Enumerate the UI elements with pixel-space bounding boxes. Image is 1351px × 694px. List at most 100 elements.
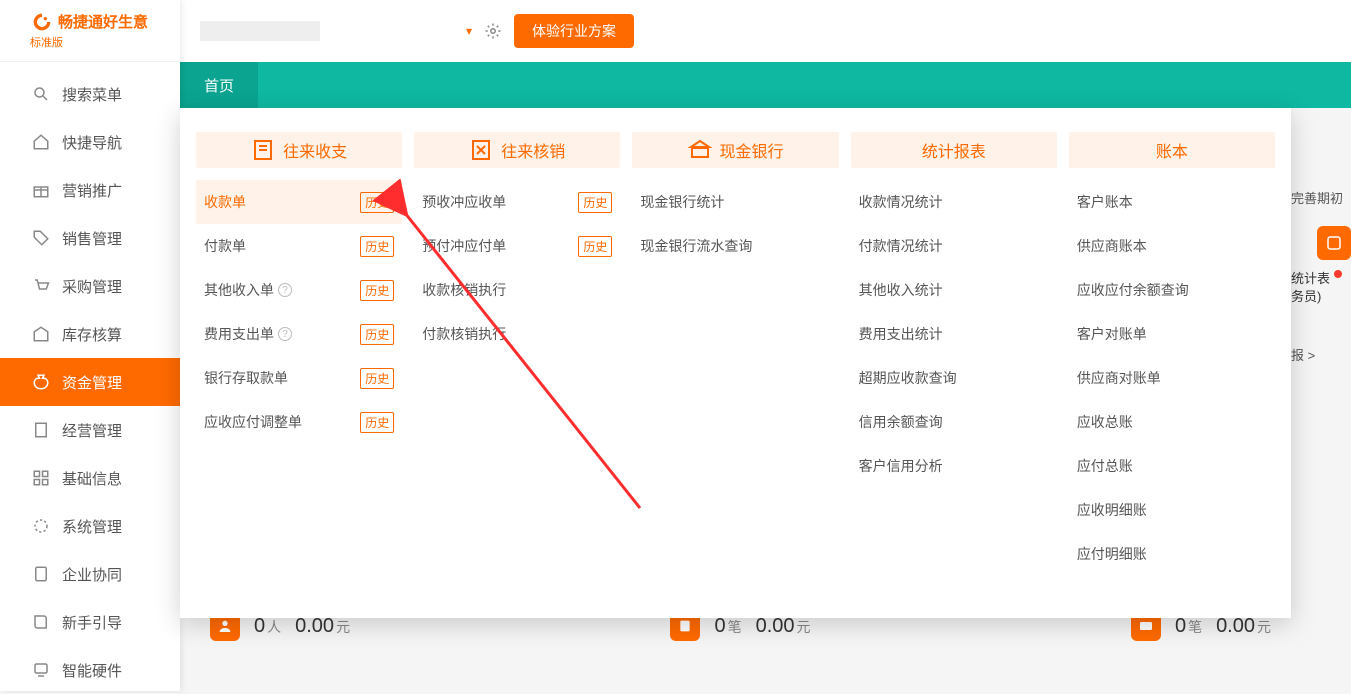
mega-item-label: 付款单 [204, 236, 246, 256]
mega-item-label: 应付明细账 [1077, 544, 1147, 564]
mega-col-title: 账本 [1156, 138, 1188, 162]
mega-item[interactable]: 付款单 历史 [196, 224, 402, 268]
mega-item[interactable]: 超期应收款查询 [851, 356, 1057, 400]
sidebar-item-marketing[interactable]: 营销推广 [0, 166, 180, 214]
mega-item-label: 应收明细账 [1077, 500, 1147, 520]
mega-item[interactable]: 应收应付余额查询 [1069, 268, 1275, 312]
mega-item-label: 应付总账 [1077, 456, 1133, 476]
mega-item[interactable]: 应付总账 [1069, 444, 1275, 488]
sidebar-item-inventory[interactable]: 库存核算 [0, 310, 180, 358]
brand-logo-icon [32, 12, 52, 32]
mega-col-header: 往来收支 [196, 132, 402, 168]
sidebar-item-purchase[interactable]: 采购管理 [0, 262, 180, 310]
sidebar-item-label: 营销推广 [62, 180, 122, 201]
tabstrip: 首页 [180, 62, 1351, 108]
mega-item[interactable]: 其他收入单? 历史 [196, 268, 402, 312]
home-icon [32, 133, 50, 151]
topbar: ▾ 体验行业方案 [180, 0, 1351, 62]
mega-item[interactable]: 付款核销执行 [414, 312, 620, 356]
history-badge[interactable]: 历史 [360, 412, 394, 433]
mega-item[interactable]: 预付冲应付单 历史 [414, 224, 620, 268]
device-icon [32, 661, 50, 679]
sidebar-item-quicknav[interactable]: 快捷导航 [0, 118, 180, 166]
stat-unit: 笔 [728, 619, 742, 635]
grid-icon [32, 469, 50, 487]
mega-item-label: 其他收入单? [204, 280, 292, 300]
sidebar-item-label: 经营管理 [62, 420, 122, 441]
sidebar-item-operations[interactable]: 经营管理 [0, 406, 180, 454]
sidebar-item-finance[interactable]: 资金管理 [0, 358, 180, 406]
history-badge[interactable]: 历史 [360, 324, 394, 345]
mega-item[interactable]: 应付明细账 [1069, 532, 1275, 576]
mega-item[interactable]: 收款单历史 [196, 180, 402, 224]
sidebar-item-label: 系统管理 [62, 516, 122, 537]
mega-col-reports: 统计报表 收款情况统计付款情况统计其他收入统计费用支出统计超期应收款查询信用余额… [845, 132, 1063, 594]
help-icon[interactable]: ? [278, 327, 292, 341]
stat-currency: 元 [336, 619, 350, 635]
edge-text[interactable]: 报 > [1291, 347, 1351, 365]
mega-item[interactable]: 收款核销执行 [414, 268, 620, 312]
mega-item[interactable]: 现金银行统计 [632, 180, 838, 224]
history-badge[interactable]: 历史 [360, 280, 394, 301]
org-selector[interactable]: ▾ [200, 21, 472, 41]
mega-item[interactable]: 付款情况统计 [851, 224, 1057, 268]
warehouse-icon [32, 325, 50, 343]
mega-item[interactable]: 费用支出统计 [851, 312, 1057, 356]
history-badge[interactable]: 历史 [360, 236, 394, 257]
mega-item[interactable]: 应收应付调整单 历史 [196, 400, 402, 444]
mega-item[interactable]: 费用支出单? 历史 [196, 312, 402, 356]
mega-item[interactable]: 客户信用分析 [851, 444, 1057, 488]
sidebar-item-hardware[interactable]: 智能硬件 [0, 646, 180, 694]
mega-item-label: 费用支出统计 [859, 324, 943, 344]
history-badge[interactable]: 历史 [360, 368, 394, 389]
mega-item[interactable]: 预收冲应收单历史 [414, 180, 620, 224]
sidebar-item-label: 资金管理 [62, 372, 122, 393]
mega-item-label: 费用支出单? [204, 324, 292, 344]
help-icon[interactable]: ? [278, 283, 292, 297]
mega-item[interactable]: 现金银行流水查询 [632, 224, 838, 268]
mega-item-label: 应收应付调整单 [204, 412, 302, 432]
mega-col-income-expense: 往来收支 收款单历史付款单历史其他收入单?历史费用支出单?历史银行存取款单历史应… [190, 132, 408, 594]
history-badge[interactable]: 历史 [360, 192, 394, 213]
mega-item[interactable]: 信用余额查询 [851, 400, 1057, 444]
right-edge-hints: 完善期初 统计表务员) 报 > [1291, 190, 1351, 383]
tab-home[interactable]: 首页 [180, 62, 258, 108]
search-icon [32, 85, 50, 103]
industry-plan-button[interactable]: 体验行业方案 [514, 14, 634, 48]
sidebar-item-guide[interactable]: 新手引导 [0, 598, 180, 646]
gift-icon [32, 181, 50, 199]
mega-item-label: 预付冲应付单 [422, 236, 506, 256]
sidebar-item-search[interactable]: 搜索菜单 [0, 70, 180, 118]
sidebar-item-sales[interactable]: 销售管理 [0, 214, 180, 262]
mega-col-header: 账本 [1069, 132, 1275, 168]
mega-item[interactable]: 收款情况统计 [851, 180, 1057, 224]
sidebar-item-basedata[interactable]: 基础信息 [0, 454, 180, 502]
book-icon [32, 613, 50, 631]
mega-item-label: 应收总账 [1077, 412, 1133, 432]
mega-item[interactable]: 应收总账 [1069, 400, 1275, 444]
sidebar-item-collab[interactable]: 企业协同 [0, 550, 180, 598]
mega-item[interactable]: 客户对账单 [1069, 312, 1275, 356]
mega-item[interactable]: 银行存取款单历史 [196, 356, 402, 400]
mega-item[interactable]: 供应商对账单 [1069, 356, 1275, 400]
mega-col-ledger: 账本 客户账本供应商账本应收应付余额查询客户对账单供应商对账单应收总账应付总账应… [1063, 132, 1281, 594]
chevron-down-icon: ▾ [466, 24, 472, 38]
brand-edition: 标准版 [30, 34, 63, 50]
org-name-redacted [200, 21, 320, 41]
notification-dot-icon [1334, 270, 1342, 278]
mega-col-writeoff: 往来核销 预收冲应收单历史预付冲应付单 历史收款核销执行付款核销执行 [408, 132, 626, 594]
sidebar-item-label: 搜索菜单 [62, 84, 122, 105]
stat-currency: 元 [1257, 619, 1271, 635]
mega-item[interactable]: 应收明细账 [1069, 488, 1275, 532]
edge-icon-box[interactable] [1317, 226, 1351, 260]
gear-icon[interactable] [484, 22, 502, 40]
sidebar-item-system[interactable]: 系统管理 [0, 502, 180, 550]
history-badge[interactable]: 历史 [578, 192, 612, 213]
mega-item[interactable]: 客户账本 [1069, 180, 1275, 224]
history-badge[interactable]: 历史 [578, 236, 612, 257]
mega-col-title: 往来收支 [283, 138, 347, 162]
mega-item-label: 收款情况统计 [859, 192, 943, 212]
mega-item[interactable]: 其他收入统计 [851, 268, 1057, 312]
mega-col-title: 往来核销 [501, 138, 565, 162]
mega-item[interactable]: 供应商账本 [1069, 224, 1275, 268]
